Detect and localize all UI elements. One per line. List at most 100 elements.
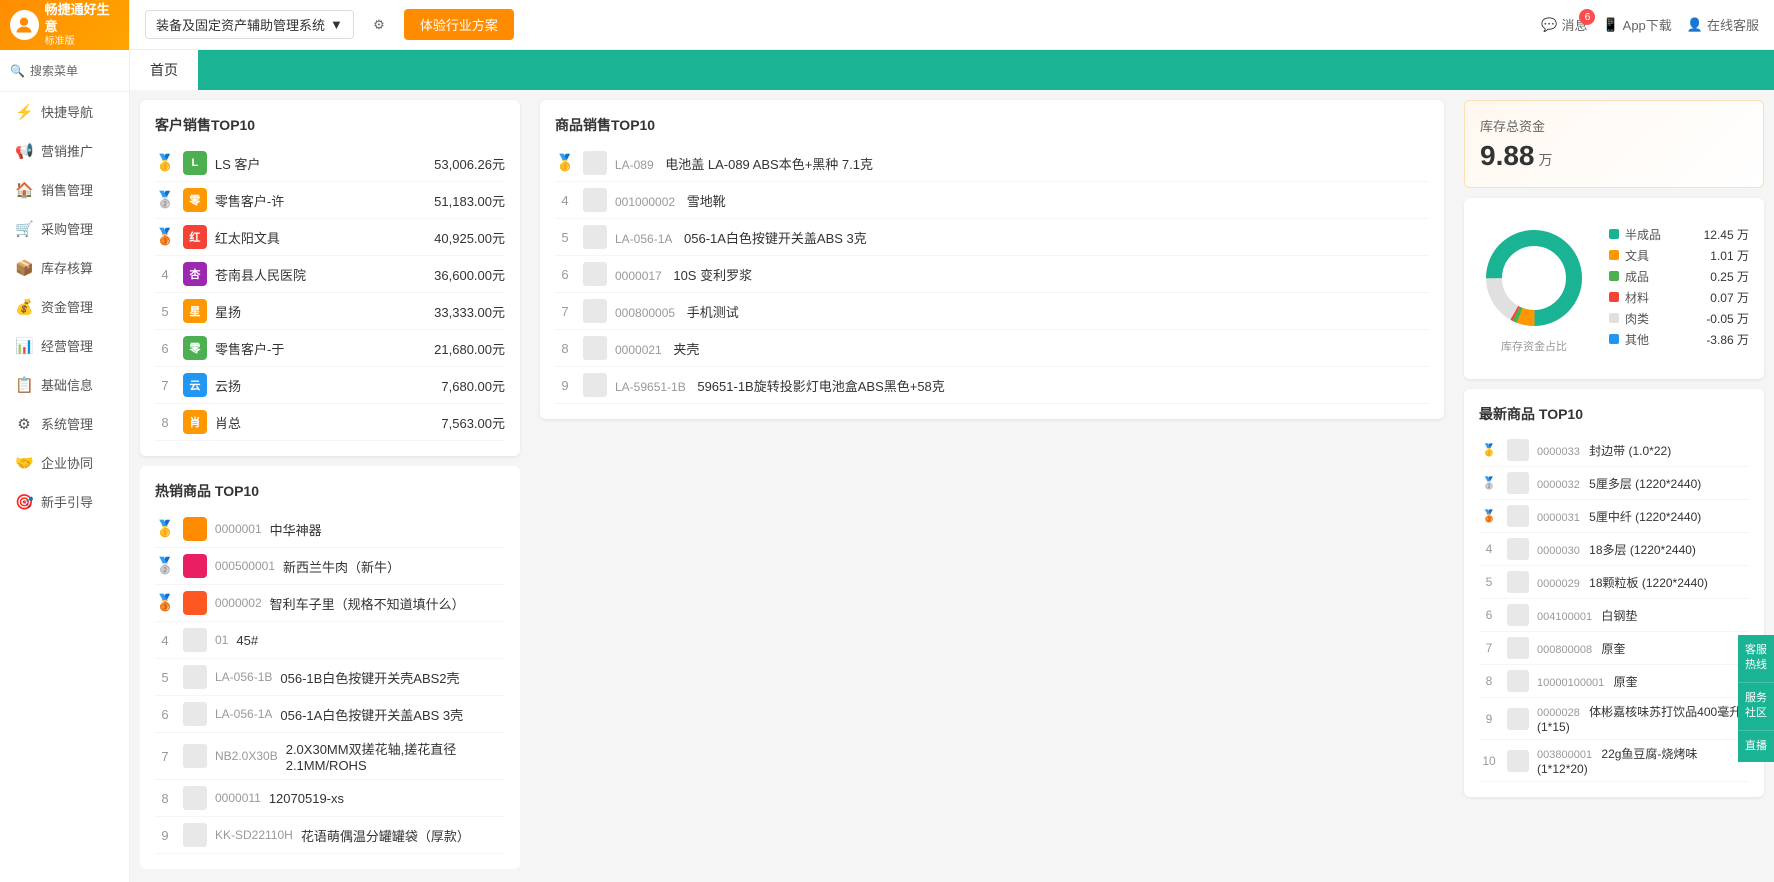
guide-icon: 🎯 (15, 493, 33, 511)
sidebar-item-quick-nav[interactable]: ⚡ 快捷导航 (0, 92, 129, 131)
legend-dot (1609, 334, 1619, 344)
product-image (1507, 750, 1529, 772)
customer-service-btn[interactable]: 客服 热线 (1738, 635, 1774, 683)
medal-icon: 🥇 (555, 153, 575, 173)
product-code: LA-056-1B (215, 670, 272, 684)
product-image (1507, 439, 1529, 461)
product-name: 智利车子里（规格不知道填什么） (270, 594, 505, 613)
tab-home-label: 首页 (150, 60, 178, 80)
sidebar-item-purchase[interactable]: 🛒 采购管理 (0, 209, 129, 248)
product-name: 12070519-xs (269, 791, 505, 806)
product-name: 手机测试 (687, 305, 739, 320)
sidebar-item-basic-info[interactable]: 📋 基础信息 (0, 365, 129, 404)
legend-label: 成品 (1625, 268, 1704, 285)
product-code: 000500001 (215, 559, 275, 573)
sidebar-item-inventory[interactable]: 📦 库存核算 (0, 248, 129, 287)
product-code: 0000021 (615, 343, 662, 357)
product-name: 10S 变利罗浆 (673, 268, 752, 283)
operations-icon: 📊 (15, 337, 33, 355)
stock-total-unit: 万 (1539, 150, 1553, 170)
left-panel: 客户销售TOP10 🥇 L LS 客户 53,006.26元 🥈 零 零售客户-… (130, 90, 530, 882)
legend-label: 文具 (1625, 247, 1704, 264)
list-item: 6 零 零售客户-于 21,680.00元 (155, 330, 505, 367)
sidebar-item-guide[interactable]: 🎯 新手引导 (0, 482, 129, 521)
legend-item: 半成品 12.45 万 (1609, 226, 1749, 243)
trial-button[interactable]: 体验行业方案 (404, 9, 514, 40)
product-code: LA-089 (615, 158, 654, 172)
product-image (183, 744, 207, 768)
product-code: LA-59651-1B (615, 380, 686, 394)
sidebar-search[interactable]: 🔍 搜索菜单 (0, 50, 129, 92)
message-icon: 💬 (1541, 17, 1557, 33)
list-item: 7 000800008 原奎 (1479, 632, 1749, 665)
medal-icon: 🥉 (1479, 509, 1499, 523)
live-btn[interactable]: 直播 (1738, 731, 1774, 762)
system-selector[interactable]: 装备及固定资产辅助管理系统 ▼ (145, 10, 354, 39)
settings-button[interactable]: ⚙ (364, 10, 394, 40)
avatar: 红 (183, 225, 207, 249)
list-item: 🥇 0000001 中华神器 (155, 511, 505, 548)
product-sales-title: 商品销售TOP10 (555, 115, 1429, 135)
product-code: 004100001 (1537, 611, 1592, 623)
online-service-label: 在线客服 (1707, 15, 1759, 34)
hot-products-card: 热销商品 TOP10 🥇 0000001 中华神器 🥈 000500001 新西… (140, 466, 520, 869)
sidebar-item-system[interactable]: ⚙ 系统管理 (0, 404, 129, 443)
product-code: 0000028 (1537, 707, 1580, 719)
product-image (183, 517, 207, 541)
legend-value: -3.86 万 (1706, 331, 1749, 348)
product-name: 5厘多层 (1220*2440) (1589, 477, 1701, 491)
sidebar-item-finance[interactable]: 💰 资金管理 (0, 287, 129, 326)
list-item: 4 杏 苍南县人民医院 36,600.00元 (155, 256, 505, 293)
list-item: 9 LA-59651-1B 59651-1B旋转投影灯电池盒ABS黑色+58克 (555, 367, 1429, 404)
medal-icon: 🥈 (1479, 476, 1499, 490)
product-image (183, 823, 207, 847)
product-code: 003800001 (1537, 749, 1592, 761)
rank-number: 9 (1479, 712, 1499, 726)
rank-number: 8 (155, 415, 175, 430)
service-community-btn[interactable]: 服务 社区 (1738, 683, 1774, 731)
rank-number: 8 (555, 341, 575, 356)
sidebar-item-sales[interactable]: 🏠 销售管理 (0, 170, 129, 209)
hot-products-title: 热销商品 TOP10 (155, 481, 505, 501)
legend-item: 肉类 -0.05 万 (1609, 310, 1749, 327)
sidebar-item-collab[interactable]: 🤝 企业协同 (0, 443, 129, 482)
app-download-btn[interactable]: 📱 App下载 (1602, 15, 1671, 34)
product-image (583, 336, 607, 360)
product-name: 新西兰牛肉（新牛） (283, 557, 505, 576)
search-icon: 🔍 (10, 64, 25, 78)
latest-products-title: 最新商品 TOP10 (1479, 404, 1749, 424)
nav-tabs: 首页 (130, 50, 1774, 90)
sidebar-item-operations[interactable]: 📊 经营管理 (0, 326, 129, 365)
online-service-btn[interactable]: 👤 在线客服 (1687, 15, 1759, 34)
medal-icon: 🥈 (155, 556, 175, 576)
basic-info-label: 基础信息 (41, 375, 93, 394)
list-item: 🥇 0000033 封边带 (1.0*22) (1479, 434, 1749, 467)
tab-home[interactable]: 首页 (130, 50, 198, 90)
rank-number: 4 (155, 633, 175, 648)
sales-icon: 🏠 (15, 181, 33, 199)
legend-item: 材料 0.07 万 (1609, 289, 1749, 306)
medal-icon: 🥈 (155, 190, 175, 210)
chart-legend: 半成品 12.45 万 文具 1.01 万 成品 0.25 万 (1609, 226, 1749, 352)
customer-ranking-title: 客户销售TOP10 (155, 115, 505, 135)
rank-number: 6 (155, 341, 175, 356)
customer-name: 星扬 (215, 302, 426, 321)
notification-btn[interactable]: 💬 消息 6 (1541, 15, 1587, 34)
sidebar-item-marketing[interactable]: 📢 营销推广 (0, 131, 129, 170)
purchase-label: 采购管理 (41, 219, 93, 238)
search-menu-btn[interactable]: 🔍 搜索菜单 (10, 58, 119, 83)
brand-version: 标准版 (45, 35, 119, 48)
product-code: 000800008 (1537, 644, 1592, 656)
product-image (1507, 571, 1529, 593)
product-info: 003800001 22g鱼豆腐-烧烤味 (1*12*20) (1537, 745, 1749, 776)
product-code: LA-056-1A (215, 707, 272, 721)
product-image (1507, 472, 1529, 494)
product-image (1507, 637, 1529, 659)
chart-sub-label: 库存资金占比 (1501, 338, 1567, 354)
product-info: 0000028 体彬嘉核味苏打饮品400毫升 (1*15) (1537, 703, 1749, 734)
customer-value: 53,006.26元 (434, 154, 505, 173)
marketing-label: 营销推广 (41, 141, 93, 160)
product-image (583, 373, 607, 397)
product-image (1507, 538, 1529, 560)
list-item: 🥇 LA-089 电池盖 LA-089 ABS本色+黑种 7.1克 (555, 145, 1429, 182)
